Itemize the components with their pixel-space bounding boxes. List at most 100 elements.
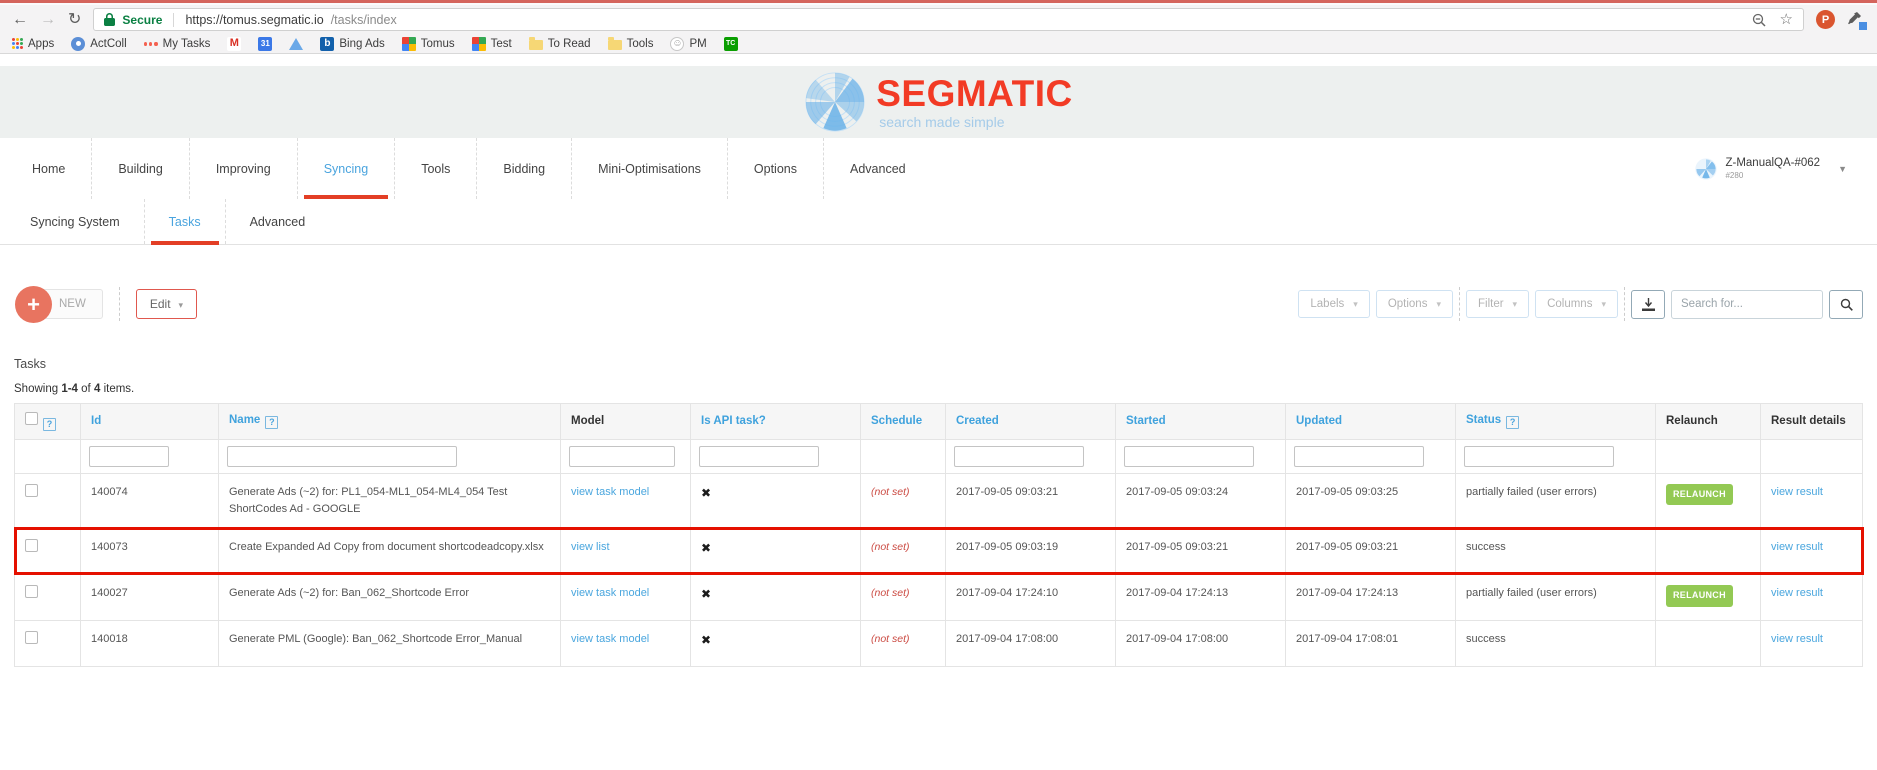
status-text: success <box>1455 619 1656 667</box>
is-api-task-no-icon: ✖ <box>690 619 861 667</box>
column-header-updated: Updated <box>1285 403 1456 440</box>
bookmark-my-tasks[interactable]: My Tasks <box>143 37 210 51</box>
filter-input-status[interactable] <box>1464 445 1614 467</box>
table-row[interactable]: 140074 Generate Ads (~2) for: PL1_054-ML… <box>14 472 1863 529</box>
toolbar-separator <box>1624 287 1625 321</box>
bookmark-gmail[interactable]: M <box>227 36 242 51</box>
folder-icon <box>528 37 543 50</box>
table-header-row: Id Name Model Is API task? Schedule Crea… <box>14 403 1863 440</box>
table-row[interactable]: 140018 Generate PML (Google): Ban_062_Sh… <box>14 619 1863 667</box>
nav-item-building[interactable]: Building <box>91 138 188 199</box>
view-result-link[interactable]: view result <box>1771 633 1823 645</box>
view-result-link[interactable]: view result <box>1771 486 1823 498</box>
nav-item-options[interactable]: Options <box>726 138 823 199</box>
bookmark-star-icon[interactable]: ☆ <box>1780 12 1793 27</box>
help-icon[interactable] <box>265 415 279 429</box>
reload-icon[interactable]: ↻ <box>68 11 81 28</box>
nav-item-syncing[interactable]: Syncing <box>296 138 394 199</box>
eyedropper-extension-icon[interactable] <box>1847 11 1867 30</box>
subnav-item-advanced[interactable]: Advanced <box>224 199 330 244</box>
nav-item-improving[interactable]: Improving <box>188 138 297 199</box>
extension-p-icon[interactable]: P <box>1816 10 1835 29</box>
row-checkbox[interactable] <box>25 630 38 644</box>
table-row[interactable]: 140027 Generate Ads (~2) for: Ban_062_Sh… <box>14 573 1863 621</box>
filter-input-model[interactable] <box>569 445 675 467</box>
view-result-link[interactable]: view result <box>1771 587 1823 599</box>
options-dropdown-button[interactable]: Options <box>1375 290 1453 318</box>
eyedropper-blue-square <box>1859 21 1867 30</box>
bookmark-actcoll[interactable]: ActColl <box>71 36 127 51</box>
filter-input-id[interactable] <box>89 445 169 467</box>
nav-item-home[interactable]: Home <box>6 138 91 199</box>
filter-input-is-api-task[interactable] <box>699 445 819 467</box>
row-checkbox[interactable] <box>25 584 38 598</box>
column-header-select <box>14 403 81 440</box>
table-filter-row <box>14 438 1863 474</box>
user-menu[interactable]: Z-ManualQA-#062 #280 ▼ <box>1695 138 1847 199</box>
bookmark-calendar[interactable]: 31 <box>258 36 273 51</box>
search-input[interactable] <box>1671 289 1823 319</box>
labels-dropdown-button[interactable]: Labels <box>1298 290 1370 318</box>
color-squares-icon <box>471 36 486 51</box>
table-row-highlighted[interactable]: 140073 Create Expanded Ad Copy from docu… <box>13 527 1864 576</box>
back-icon[interactable]: ← <box>12 11 28 28</box>
filter-input-name[interactable] <box>227 445 457 467</box>
filter-input-created[interactable] <box>954 445 1084 467</box>
is-api-task-no-icon: ✖ <box>690 527 861 575</box>
search-icon <box>1840 298 1853 311</box>
address-bar[interactable]: Secure https://tomus.segmatic.io/tasks/i… <box>93 8 1804 31</box>
column-header-is-api-task: Is API task? <box>690 403 861 440</box>
new-button[interactable]: + NEW <box>15 286 103 323</box>
columns-dropdown-button[interactable]: Columns <box>1535 290 1618 318</box>
my-tasks-dots-icon <box>143 37 158 51</box>
view-task-model-link[interactable]: view task model <box>571 486 649 498</box>
relaunch-button[interactable]: RELAUNCH <box>1666 584 1733 607</box>
view-task-model-link[interactable]: view task model <box>571 633 649 645</box>
edit-dropdown-button[interactable]: Edit <box>135 289 198 319</box>
bookmark-analytics[interactable] <box>289 37 304 50</box>
export-download-button[interactable] <box>1631 289 1665 319</box>
select-all-checkbox[interactable] <box>25 412 38 425</box>
bookmark-tomus[interactable]: Tomus <box>401 36 455 51</box>
row-checkbox[interactable] <box>25 483 38 497</box>
bookmark-test[interactable]: Test <box>471 36 512 51</box>
nav-item-advanced[interactable]: Advanced <box>823 138 932 199</box>
url-path: /tasks/index <box>330 12 397 27</box>
column-header-schedule: Schedule <box>860 403 946 440</box>
zoom-out-icon[interactable] <box>1752 13 1766 27</box>
segmatic-logo-icon <box>805 72 865 132</box>
download-icon <box>1641 297 1655 311</box>
nav-item-bidding[interactable]: Bidding <box>476 138 571 199</box>
bookmark-pm[interactable]: ☺ PM <box>670 36 707 51</box>
sub-navigation: Syncing System Tasks Advanced <box>0 199 1877 245</box>
row-checkbox[interactable] <box>25 538 38 552</box>
view-result-link[interactable]: view result <box>1771 541 1823 553</box>
secure-label: Secure <box>122 12 163 27</box>
subnav-item-tasks[interactable]: Tasks <box>143 199 225 245</box>
bookmark-apps[interactable]: Apps <box>12 38 54 50</box>
filter-dropdown-button[interactable]: Filter <box>1465 290 1530 318</box>
filter-input-updated[interactable] <box>1294 445 1424 467</box>
nav-item-tools[interactable]: Tools <box>394 138 476 199</box>
nav-item-mini-optimisations[interactable]: Mini-Optimisations <box>571 138 727 199</box>
column-header-name: Name <box>218 403 561 440</box>
main-navigation: Home Building Improving Syncing Tools Bi… <box>0 138 1877 199</box>
bookmark-tools[interactable]: Tools <box>607 37 653 50</box>
relaunch-button[interactable]: RELAUNCH <box>1666 483 1733 506</box>
results-summary: Showing 1-4 of 4 items. <box>14 383 135 395</box>
user-name: Z-ManualQA-#062 <box>1725 156 1821 169</box>
forward-icon[interactable]: → <box>40 11 56 28</box>
view-task-model-link[interactable]: view task model <box>571 587 649 599</box>
tasks-table: Id Name Model Is API task? Schedule Crea… <box>13 403 1864 667</box>
bookmark-techcrunch[interactable]: TC <box>723 36 738 51</box>
filter-input-started[interactable] <box>1124 445 1254 467</box>
subnav-item-syncing-system[interactable]: Syncing System <box>6 199 144 244</box>
apps-grid-icon <box>12 38 23 49</box>
color-squares-icon <box>401 36 416 51</box>
view-list-link[interactable]: view list <box>571 541 610 553</box>
help-icon[interactable] <box>43 417 56 431</box>
bookmark-bing-ads[interactable]: b Bing Ads <box>320 36 385 51</box>
bookmark-to-read[interactable]: To Read <box>528 37 591 50</box>
search-button[interactable] <box>1829 289 1863 319</box>
help-icon[interactable] <box>1506 415 1520 429</box>
